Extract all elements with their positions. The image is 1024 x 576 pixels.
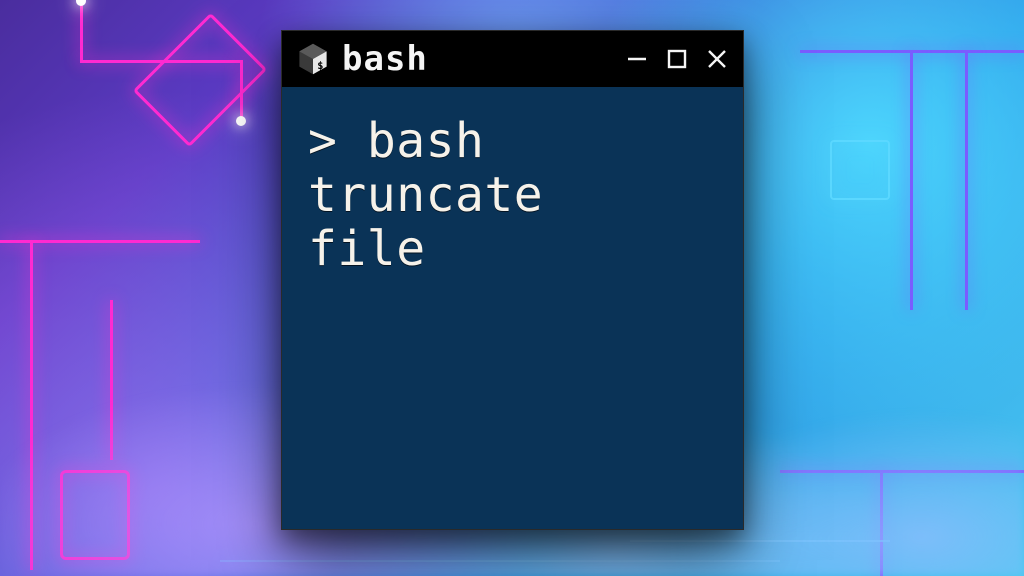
- wallpaper-backdrop: $ bash > bashtruncatefile: [0, 0, 1024, 576]
- titlebar[interactable]: $ bash: [282, 31, 743, 87]
- terminal-line-2: truncate: [308, 169, 717, 223]
- decor-line: [830, 140, 890, 200]
- decor-dot: [236, 116, 246, 126]
- terminal-line-3: file: [308, 223, 717, 277]
- decor-dot: [76, 0, 86, 6]
- svg-text:$: $: [317, 61, 323, 72]
- terminal-body[interactable]: > bashtruncatefile: [282, 87, 743, 529]
- terminal-window: $ bash > bashtruncatefile: [281, 30, 744, 530]
- bash-icon: $: [296, 42, 330, 76]
- close-button[interactable]: [705, 47, 729, 71]
- decor-line: [133, 13, 267, 147]
- minimize-button[interactable]: [625, 47, 649, 71]
- decor-line: [965, 50, 968, 310]
- prompt-symbol: >: [308, 113, 337, 169]
- window-controls: [625, 47, 729, 71]
- terminal-line-1: > bash: [308, 115, 717, 169]
- terminal-text: bash: [367, 113, 485, 169]
- decor-line: [80, 0, 83, 60]
- decor-line: [910, 50, 913, 310]
- maximize-button[interactable]: [665, 47, 689, 71]
- window-title: bash: [342, 39, 428, 79]
